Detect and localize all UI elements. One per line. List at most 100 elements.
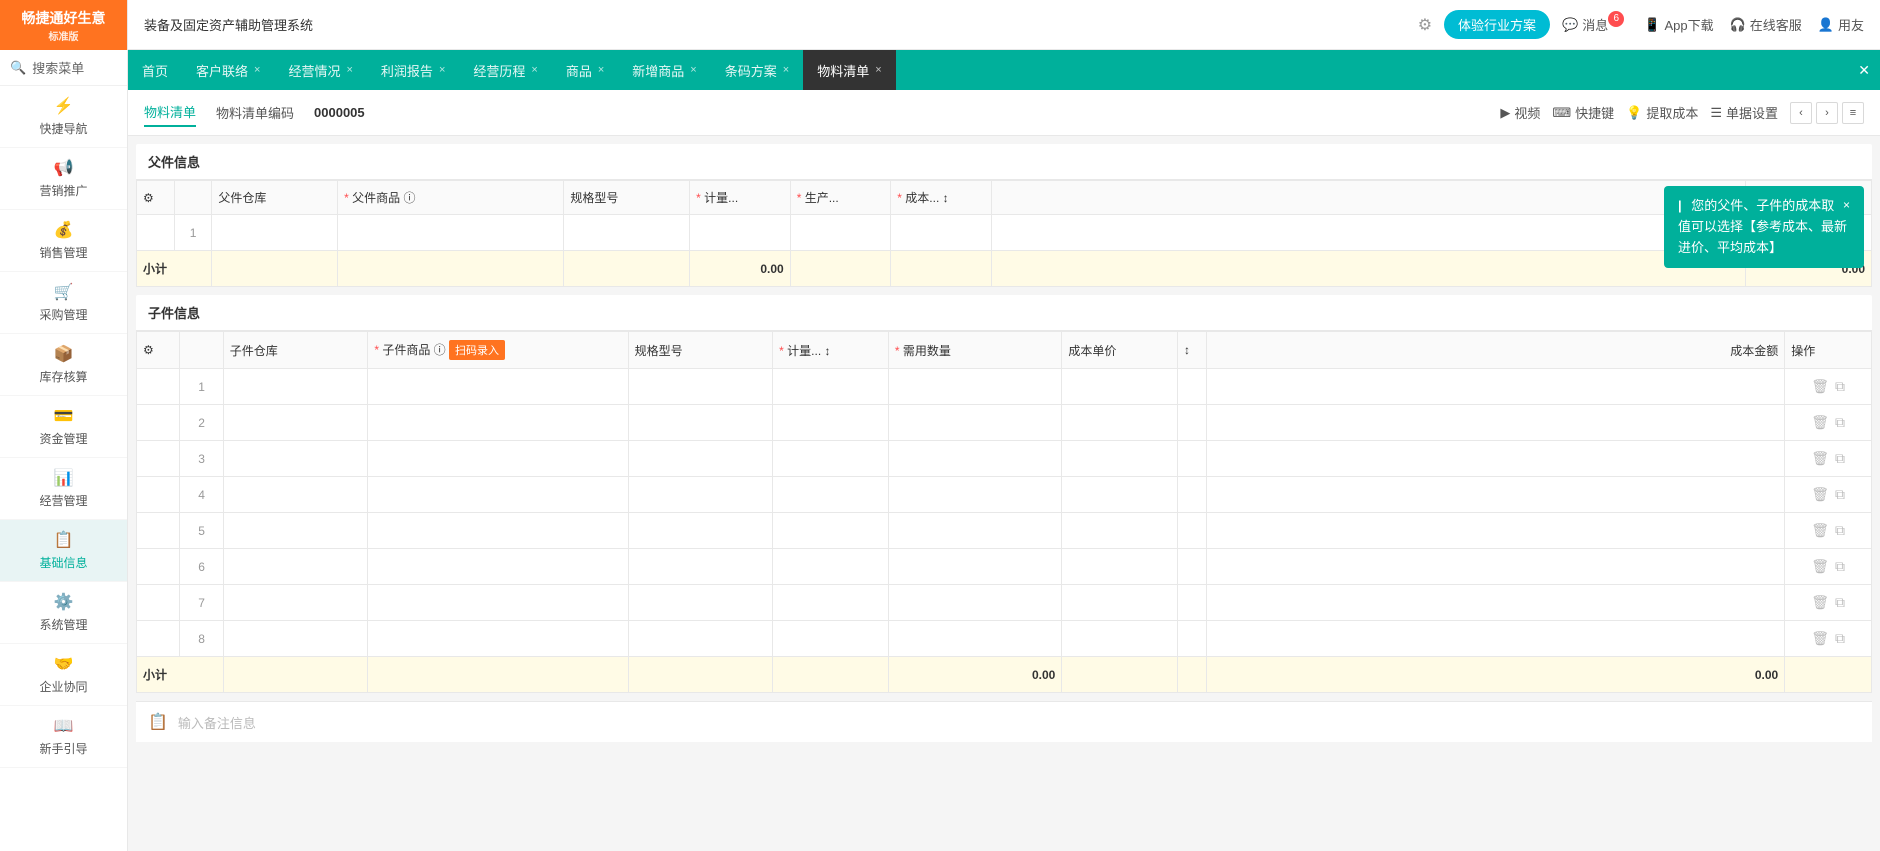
copy-icon[interactable]: ⧉ [1835, 414, 1845, 431]
tooltip-close-button[interactable]: × [1843, 196, 1850, 215]
next-page-button[interactable]: › [1816, 102, 1838, 124]
child-row-quantity[interactable] [888, 621, 1062, 657]
child-row-warehouse[interactable] [223, 369, 368, 405]
sidebar-item-finance[interactable]: 💳资金管理 [0, 396, 127, 458]
copy-icon[interactable]: ⧉ [1835, 450, 1845, 467]
child-row-quantity[interactable] [888, 513, 1062, 549]
child-row-unit[interactable] [773, 477, 889, 513]
child-row-unit[interactable] [773, 621, 889, 657]
child-row-cost-unit[interactable] [1062, 441, 1178, 477]
copy-icon[interactable]: ⧉ [1835, 594, 1845, 611]
child-row-spec[interactable] [628, 441, 773, 477]
child-row-product[interactable] [368, 513, 628, 549]
child-row-cost-unit[interactable] [1062, 405, 1178, 441]
delete-icon[interactable]: 🗑 [1811, 522, 1829, 539]
parent-row-product[interactable] [338, 215, 564, 251]
child-row-spec[interactable] [628, 405, 773, 441]
shortcut-action[interactable]: ⌨ 快捷键 [1552, 103, 1614, 122]
tab-close-operation[interactable]: × [346, 64, 352, 76]
nav-tab-customer[interactable]: 客户联络 × [182, 50, 274, 90]
sidebar-item-collab[interactable]: 🤝企业协同 [0, 644, 127, 706]
parent-row-warehouse[interactable] [212, 215, 338, 251]
tab-close-history[interactable]: × [531, 64, 537, 76]
copy-icon[interactable]: ⧉ [1835, 630, 1845, 647]
child-row-cost-unit[interactable] [1062, 549, 1178, 585]
child-row-spec[interactable] [628, 549, 773, 585]
nav-tab-barcode[interactable]: 条码方案 × [711, 50, 803, 90]
tab-close-customer[interactable]: × [254, 64, 260, 76]
parent-row-cost[interactable] [891, 215, 992, 251]
copy-icon[interactable]: ⧉ [1835, 558, 1845, 575]
child-row-spec[interactable] [628, 513, 773, 549]
child-row-warehouse[interactable] [223, 477, 368, 513]
child-row-quantity[interactable] [888, 405, 1062, 441]
nav-tab-operation[interactable]: 经营情况 × [274, 50, 366, 90]
child-row-unit[interactable] [773, 441, 889, 477]
child-row-warehouse[interactable] [223, 549, 368, 585]
child-row-warehouse[interactable] [223, 621, 368, 657]
child-row-unit[interactable] [773, 585, 889, 621]
child-row-spec[interactable] [628, 477, 773, 513]
nav-tab-profit[interactable]: 利润报告 × [367, 50, 459, 90]
child-row-quantity[interactable] [888, 549, 1062, 585]
delete-icon[interactable]: 🗑 [1811, 486, 1829, 503]
child-row-warehouse[interactable] [223, 405, 368, 441]
copy-icon[interactable]: ⧉ [1835, 486, 1845, 503]
sidebar-item-system[interactable]: ⚙️系统管理 [0, 582, 127, 644]
view-action[interactable]: ▶ 视频 [1500, 103, 1540, 122]
sidebar-item-ops[interactable]: 📊经营管理 [0, 458, 127, 520]
child-row-product[interactable] [368, 441, 628, 477]
nav-tab-new_goods[interactable]: 新增商品 × [618, 50, 710, 90]
message-button[interactable]: 💬 消息 6 [1562, 15, 1628, 34]
nav-tab-home[interactable]: 首页 [128, 50, 182, 90]
child-row-unit[interactable] [773, 513, 889, 549]
close-all-tabs-button[interactable]: ✕ [1848, 62, 1880, 79]
sidebar-item-marketing[interactable]: 📢营销推广 [0, 148, 127, 210]
child-row-quantity[interactable] [888, 585, 1062, 621]
sidebar-item-inventory[interactable]: 📦库存核算 [0, 334, 127, 396]
child-row-product[interactable] [368, 369, 628, 405]
sidebar-search[interactable]: 🔍 搜索菜单 [0, 50, 127, 86]
nav-tab-history[interactable]: 经营历程 × [459, 50, 551, 90]
delete-icon[interactable]: 🗑 [1811, 450, 1829, 467]
trial-button[interactable]: 体验行业方案 [1444, 10, 1550, 39]
gear-icon[interactable]: ⚙ [1418, 15, 1432, 35]
child-row-warehouse[interactable] [223, 513, 368, 549]
scan-button[interactable]: 扫码录入 [449, 340, 505, 360]
child-row-cost-unit[interactable] [1062, 585, 1178, 621]
child-row-warehouse[interactable] [223, 585, 368, 621]
child-row-spec[interactable] [628, 369, 773, 405]
copy-icon[interactable]: ⧉ [1835, 378, 1845, 395]
child-col-settings[interactable]: ⚙ [137, 332, 180, 369]
user-button[interactable]: 👤 用友 [1818, 15, 1864, 34]
tab-close-bom[interactable]: × [875, 64, 881, 76]
delete-icon[interactable]: 🗑 [1811, 378, 1829, 395]
copy-icon[interactable]: ⧉ [1835, 522, 1845, 539]
app-download-button[interactable]: 📱 App下载 [1644, 15, 1713, 34]
child-row-product[interactable] [368, 621, 628, 657]
child-row-product[interactable] [368, 405, 628, 441]
child-row-spec[interactable] [628, 585, 773, 621]
sidebar-item-sales[interactable]: 💰销售管理 [0, 210, 127, 272]
extract-cost-action[interactable]: 💡 提取成本 [1626, 103, 1698, 122]
sidebar-item-purchase[interactable]: 🛒采购管理 [0, 272, 127, 334]
sidebar-item-quick-nav[interactable]: ⚡快捷导航 [0, 86, 127, 148]
online-service-button[interactable]: 🎧 在线客服 [1730, 15, 1802, 34]
menu-page-button[interactable]: ≡ [1842, 102, 1864, 124]
child-row-quantity[interactable] [888, 369, 1062, 405]
tab-close-barcode[interactable]: × [783, 64, 789, 76]
child-row-cost-unit[interactable] [1062, 369, 1178, 405]
child-row-unit[interactable] [773, 405, 889, 441]
nav-tab-bom[interactable]: 物料清单 × [803, 50, 895, 90]
parent-row-prod[interactable] [790, 215, 891, 251]
child-row-product[interactable] [368, 549, 628, 585]
delete-icon[interactable]: 🗑 [1811, 594, 1829, 611]
parent-row-unit[interactable] [690, 215, 791, 251]
tab-close-profit[interactable]: × [439, 64, 445, 76]
delete-icon[interactable]: 🗑 [1811, 414, 1829, 431]
tab-bom-list[interactable]: 物料清单 [144, 98, 196, 127]
child-row-cost-unit[interactable] [1062, 621, 1178, 657]
child-row-spec[interactable] [628, 621, 773, 657]
tab-close-goods[interactable]: × [598, 64, 604, 76]
sidebar-item-guide[interactable]: 📖新手引导 [0, 706, 127, 768]
